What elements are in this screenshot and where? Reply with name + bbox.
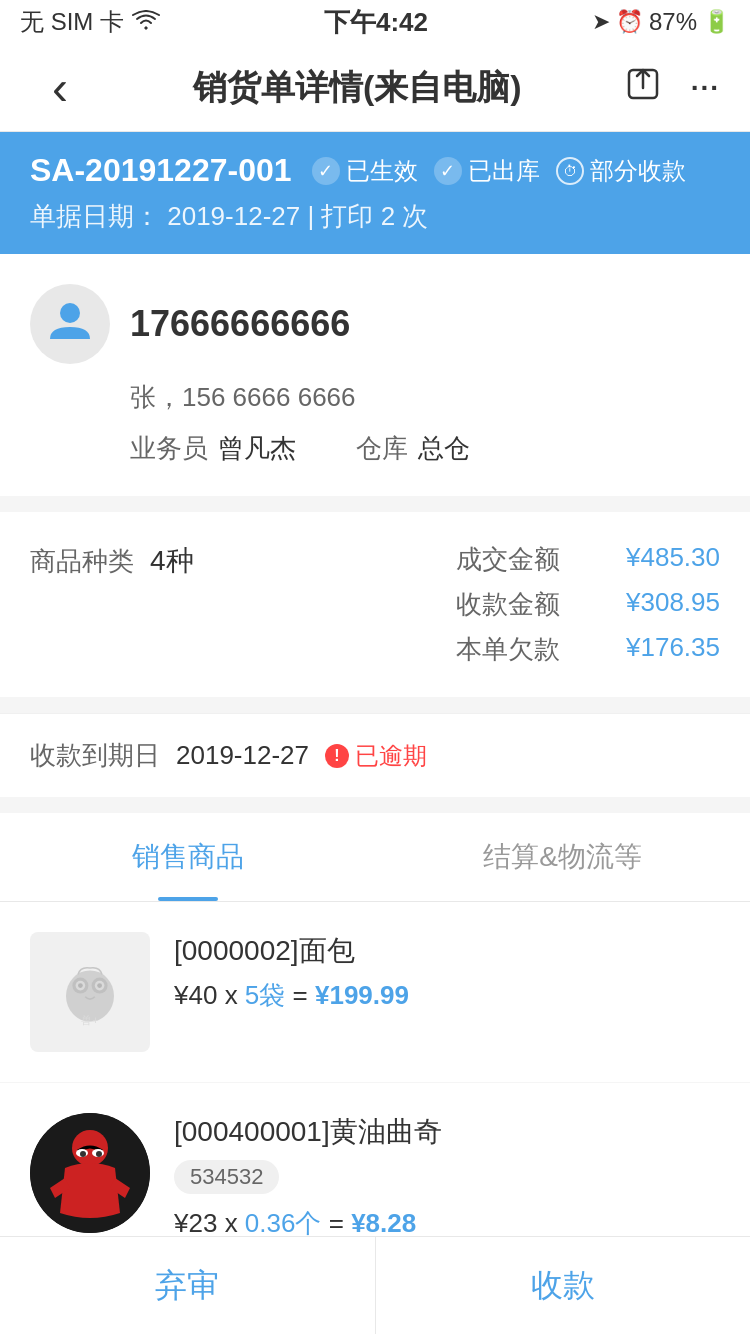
badge-partial-payment: ⏱ 部分收款: [556, 155, 686, 187]
debt-amount-value: ¥176.35: [600, 632, 720, 667]
share-button[interactable]: [625, 66, 661, 110]
status-left: 无 SIM 卡: [20, 6, 160, 38]
svg-point-14: [80, 1151, 86, 1157]
product-name-2: [000400001]黄油曲奇: [174, 1113, 720, 1151]
wifi-icon: [132, 8, 160, 36]
badge-activated: ✓ 已生效: [312, 155, 418, 187]
product-info-1: [0000002]面包 ¥40 x 5袋 = ¥199.99: [174, 932, 720, 1013]
order-header-banner: SA-20191227-001 ✓ 已生效 ✓ 已出库 ⏱ 部分收款 单据日期：…: [0, 132, 750, 254]
customer-contact: 张，156 6666 6666: [30, 380, 720, 415]
product-name-1: [0000002]面包: [174, 932, 720, 970]
overdue-icon: !: [325, 744, 349, 768]
product-price-1: ¥40 x 5袋 = ¥199.99: [174, 978, 720, 1013]
location-icon: ➤: [592, 9, 610, 35]
product-qty-1: 5袋: [245, 980, 285, 1010]
sales-person: 业务员 曾凡杰: [130, 431, 296, 466]
received-amount-row: 收款金额 ¥308.95: [456, 587, 720, 622]
sales-person-value: 曾凡杰: [218, 431, 296, 466]
back-button[interactable]: ‹: [30, 60, 90, 115]
status-right: ➤ ⏰ 87% 🔋: [592, 8, 730, 36]
product-sku-2: 534532: [174, 1160, 279, 1194]
tab-sales-products[interactable]: 销售商品: [0, 813, 375, 901]
received-amount-value: ¥308.95: [600, 587, 720, 622]
transaction-amount-row: 成交金额 ¥485.30: [456, 542, 720, 577]
customer-id[interactable]: 17666666666: [130, 303, 350, 345]
product-list: 兽+ [0000002]面包 ¥40 x 5袋 = ¥199.99: [0, 902, 750, 1272]
nav-actions: ···: [625, 66, 720, 110]
battery-icon: 🔋: [703, 9, 730, 35]
alarm-icon: ⏰: [616, 9, 643, 35]
user-avatar-icon: [46, 295, 94, 354]
order-header-top: SA-20191227-001 ✓ 已生效 ✓ 已出库 ⏱ 部分收款: [30, 152, 720, 189]
amounts: 成交金额 ¥485.30 收款金额 ¥308.95 本单欠款 ¥176.35: [456, 542, 720, 667]
svg-point-1: [60, 303, 80, 323]
stats-row: 商品种类 4种 成交金额 ¥485.30 收款金额 ¥308.95 本单欠款 ¥…: [30, 542, 720, 667]
tab-settlement[interactable]: 结算&物流等: [375, 813, 750, 901]
product-thumb-2: [30, 1113, 150, 1233]
warehouse: 仓库 总仓: [356, 431, 470, 466]
customer-section: 17666666666 张，156 6666 6666 业务员 曾凡杰 仓库 总…: [0, 254, 750, 496]
overdue-row: 收款到期日 2019-12-27 ! 已逾期: [30, 738, 720, 773]
status-bar: 无 SIM 卡 下午4:42 ➤ ⏰ 87% 🔋: [0, 0, 750, 44]
debt-amount-row: 本单欠款 ¥176.35: [456, 632, 720, 667]
badge-shipped: ✓ 已出库: [434, 155, 540, 187]
svg-point-8: [97, 983, 102, 988]
stats-section: 商品种类 4种 成交金额 ¥485.30 收款金额 ¥308.95 本单欠款 ¥…: [0, 512, 750, 697]
clock-icon: ⏱: [556, 157, 584, 185]
battery-text: 87%: [649, 8, 697, 36]
tab-underline: [158, 897, 218, 901]
nav-bar: ‹ 销货单详情(来自电脑) ···: [0, 44, 750, 132]
product-thumb-1: 兽+: [30, 932, 150, 1052]
customer-meta: 业务员 曾凡杰 仓库 总仓: [30, 431, 720, 466]
order-date-info: 单据日期： 2019-12-27 | 打印 2 次: [30, 199, 720, 234]
transaction-amount-value: ¥485.30: [600, 542, 720, 577]
overdue-section: 收款到期日 2019-12-27 ! 已逾期: [0, 713, 750, 797]
more-button[interactable]: ···: [691, 72, 720, 104]
customer-row: 17666666666: [30, 284, 720, 364]
time-display: 下午4:42: [324, 5, 428, 40]
page-title: 销货单详情(来自电脑): [90, 65, 625, 111]
product-types-value: 4种: [150, 542, 194, 580]
svg-point-7: [78, 983, 83, 988]
avatar: [30, 284, 110, 364]
product-total-2: ¥8.28: [351, 1208, 416, 1238]
product-item-1[interactable]: 兽+ [0000002]面包 ¥40 x 5袋 = ¥199.99: [0, 902, 750, 1083]
collect-payment-button[interactable]: 收款: [376, 1237, 751, 1334]
product-info-2: [000400001]黄油曲奇 534532 ¥23 x 0.36个 = ¥8.…: [174, 1113, 720, 1241]
abandon-review-button[interactable]: 弃审: [0, 1237, 376, 1334]
check-icon-2: ✓: [434, 157, 462, 185]
product-qty-2: 0.36个: [245, 1208, 322, 1238]
overdue-badge: ! 已逾期: [325, 740, 427, 772]
product-image-1: 兽+: [50, 952, 130, 1032]
tabs-bar: 销售商品 结算&物流等: [0, 813, 750, 902]
svg-point-15: [96, 1151, 102, 1157]
product-types: 商品种类 4种: [30, 542, 194, 580]
status-badges: ✓ 已生效 ✓ 已出库 ⏱ 部分收款: [312, 155, 686, 187]
order-number: SA-20191227-001: [30, 152, 292, 189]
bottom-bar: 弃审 收款: [0, 1236, 750, 1334]
warehouse-value: 总仓: [418, 431, 470, 466]
product-image-2: [30, 1113, 150, 1233]
check-icon-1: ✓: [312, 157, 340, 185]
sim-indicator: 无 SIM 卡: [20, 6, 124, 38]
overdue-date: 2019-12-27: [176, 740, 309, 771]
svg-text:兽+: 兽+: [81, 1014, 99, 1026]
tabs-section: 销售商品 结算&物流等: [0, 813, 750, 902]
product-total-1: ¥199.99: [315, 980, 409, 1010]
